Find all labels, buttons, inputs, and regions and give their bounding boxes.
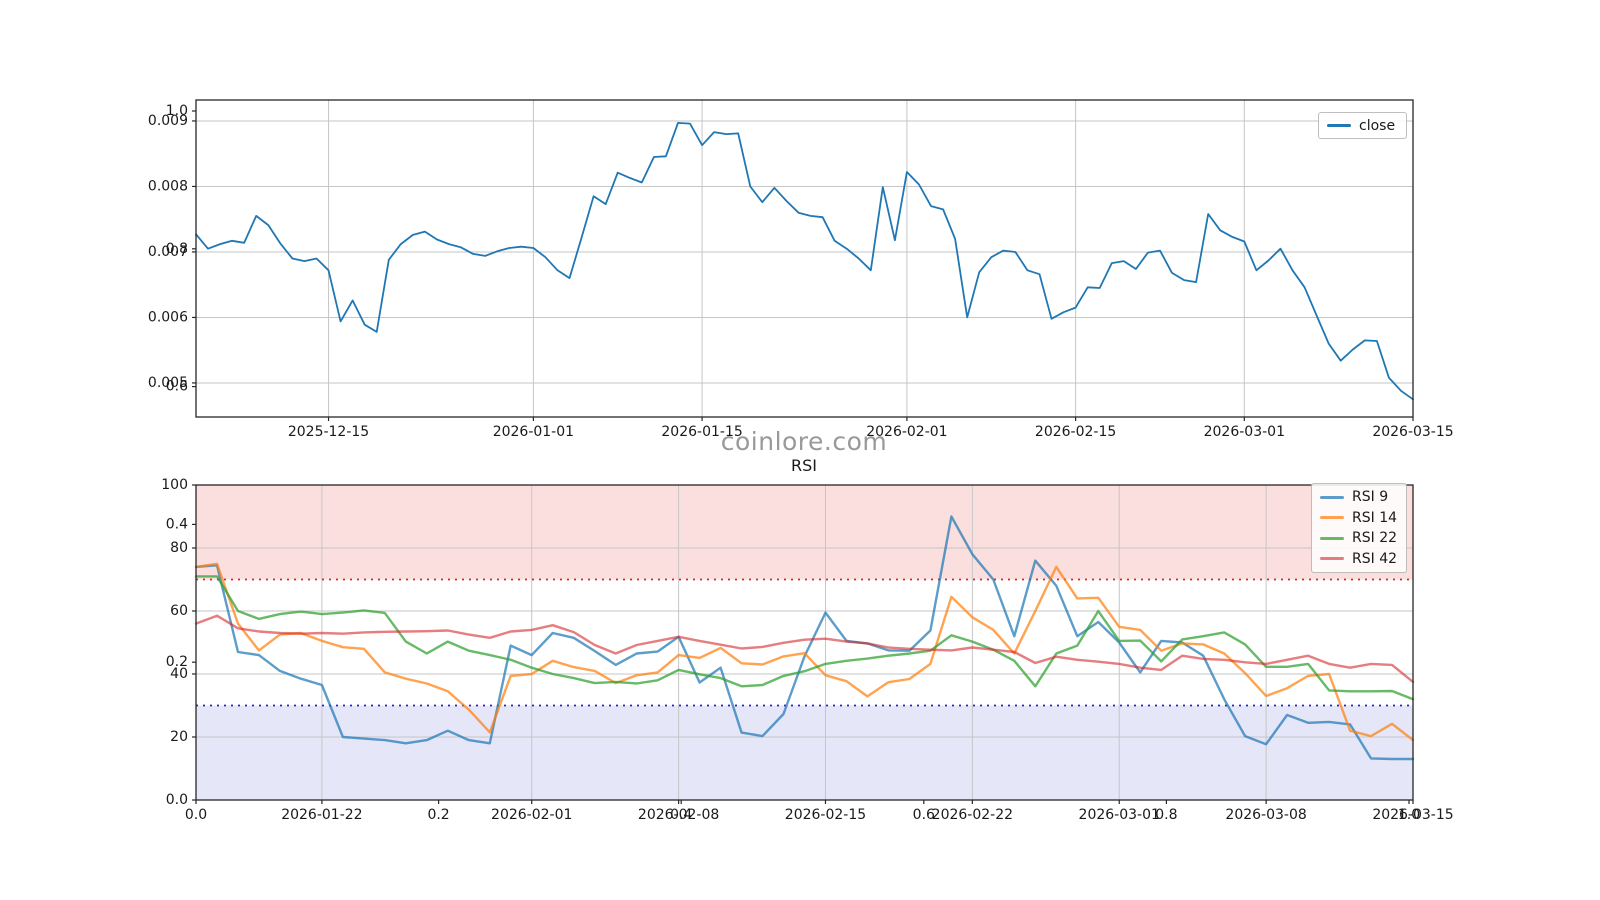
legend-item-rsi14: RSI 14 xyxy=(1320,508,1398,529)
twin-y-tick-label: 0.0 xyxy=(166,792,188,808)
twin-y-tick-label: 0.2 xyxy=(166,654,188,670)
x-tick-label: 2026-03-01 xyxy=(1079,807,1160,823)
overbought-band xyxy=(196,485,1413,580)
twin-x-tick-label: 0.2 xyxy=(427,807,449,823)
x-tick-label: 2026-03-01 xyxy=(1204,424,1285,440)
twin-x-tick-label: 1.0 xyxy=(1398,807,1420,823)
rsi-chart-title: RSI xyxy=(791,456,817,475)
y-tick-label: 60 xyxy=(170,603,188,619)
legend-label-rsi42: RSI 42 xyxy=(1352,550,1398,567)
twin-x-tick-label: 0.0 xyxy=(185,807,207,823)
legend-label-close: close xyxy=(1359,117,1396,134)
twin-x-tick-label: 0.8 xyxy=(1155,807,1177,823)
legend-label-rsi9: RSI 9 xyxy=(1352,489,1389,506)
twin-x-tick-label: 0.4 xyxy=(670,807,692,823)
legend-item-rsi42: RSI 42 xyxy=(1320,549,1398,570)
rsi14-line-swatch xyxy=(1320,516,1344,520)
price-axes-frame xyxy=(195,99,1414,418)
rsi22-line-swatch xyxy=(1320,536,1344,540)
y-tick-label: 0.008 xyxy=(148,178,188,194)
legend-item-rsi22: RSI 22 xyxy=(1320,528,1398,549)
y-tick-label: 100 xyxy=(161,477,188,493)
price-grid xyxy=(196,100,1414,417)
y-tick-label: 20 xyxy=(170,729,188,745)
watermark: coinlore.com xyxy=(720,427,888,456)
rsi-line-2 xyxy=(194,575,1415,701)
twin-y-tick-label: 0.6 xyxy=(166,379,188,395)
rsi-chart: 2026-01-22 2026-02-01 2026-02-08 2026-02-15… xyxy=(161,477,1453,823)
figure-root: 2025-12-15 2026-01-01 2026-01-15 2026-02-01… xyxy=(0,0,1600,900)
twin-y-tick-label: 0.8 xyxy=(166,241,188,257)
x-tick-label: 2025-12-15 xyxy=(288,424,369,440)
legend-label-rsi14: RSI 14 xyxy=(1352,509,1398,526)
close-line-swatch xyxy=(1327,124,1351,127)
oversold-band xyxy=(196,705,1413,800)
y-tick-label: 80 xyxy=(170,540,188,556)
x-tick-label: 2026-01-22 xyxy=(281,807,362,823)
twin-y-tick-label: 1.0 xyxy=(166,103,188,119)
legend-label-rsi22: RSI 22 xyxy=(1352,530,1398,547)
legend-item-rsi9: RSI 9 xyxy=(1320,487,1396,508)
legend-item-close: close xyxy=(1327,116,1396,135)
close-line xyxy=(195,122,1414,401)
rsi-legend: RSI 9 RSI 14 RSI 22 RSI 42 xyxy=(1311,483,1407,573)
y-tick-label: 0.006 xyxy=(148,309,188,325)
x-tick-label: 2026-03-08 xyxy=(1225,807,1306,823)
price-legend: close xyxy=(1318,112,1407,139)
rsi9-line-swatch xyxy=(1320,495,1344,499)
x-tick-label: 2026-02-22 xyxy=(932,807,1013,823)
price-axis-labels: 2025-12-15 2026-01-01 2026-01-15 2026-02-01… xyxy=(148,113,1454,440)
x-tick-label: 2026-02-15 xyxy=(785,807,866,823)
x-tick-label: 2026-02-01 xyxy=(491,807,572,823)
price-chart: 2025-12-15 2026-01-01 2026-01-15 2026-02-01… xyxy=(148,99,1454,440)
twin-x-tick-label: 0.6 xyxy=(913,807,935,823)
rsi42-line-swatch xyxy=(1320,557,1344,561)
twin-y-tick-label: 0.4 xyxy=(166,516,188,532)
x-tick-label: 2026-03-15 xyxy=(1372,424,1453,440)
